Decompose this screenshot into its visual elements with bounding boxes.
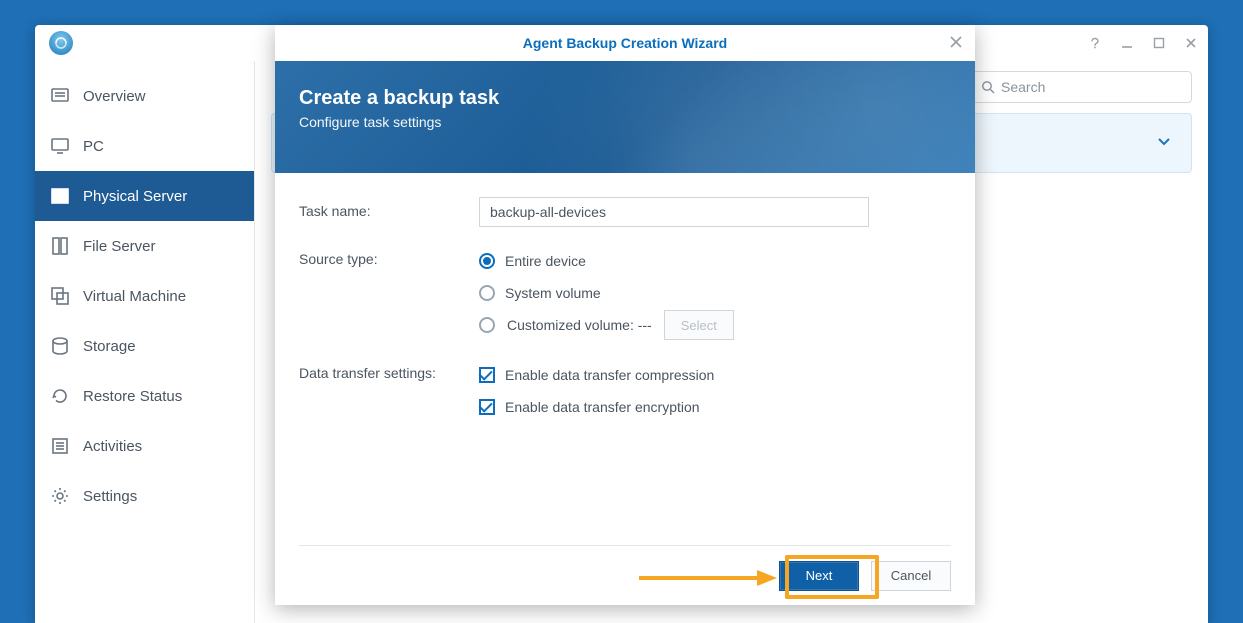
sidebar-item-activities[interactable]: Activities [35, 421, 254, 471]
sidebar-item-label: Physical Server [83, 188, 187, 205]
activities-icon [49, 435, 71, 457]
sidebar-item-label: Activities [83, 438, 142, 455]
checkbox-label: Enable data transfer compression [505, 367, 714, 383]
storage-icon [49, 335, 71, 357]
chevron-down-icon[interactable] [1155, 132, 1173, 155]
sidebar-item-label: Restore Status [83, 388, 182, 405]
arrow-annotation [639, 568, 779, 593]
radio-icon [479, 253, 495, 269]
radio-entire-device[interactable]: Entire device [479, 245, 951, 277]
sidebar-item-label: File Server [83, 238, 156, 255]
sidebar-item-label: Virtual Machine [83, 288, 186, 305]
sidebar-item-file-server[interactable]: File Server [35, 221, 254, 271]
sidebar-item-overview[interactable]: Overview [35, 71, 254, 121]
monitor-icon [49, 135, 71, 157]
dialog-footer: Next Cancel [299, 545, 951, 605]
restore-icon [49, 385, 71, 407]
server-icon [49, 185, 71, 207]
radio-icon [479, 317, 495, 333]
sidebar-item-storage[interactable]: Storage [35, 321, 254, 371]
select-button[interactable]: Select [664, 310, 734, 340]
dialog-heading: Create a backup task [299, 87, 951, 110]
radio-system-volume[interactable]: System volume [479, 277, 951, 309]
help-icon[interactable] [1088, 36, 1102, 50]
sidebar-item-label: Overview [83, 88, 146, 105]
radio-icon [479, 285, 495, 301]
gear-icon [49, 485, 71, 507]
app-logo-icon [49, 31, 73, 55]
dialog-content: Task name: Source type: Entire device Sy… [275, 173, 975, 545]
radio-label: Entire device [505, 253, 586, 269]
wizard-dialog: Agent Backup Creation Wizard Create a ba… [275, 25, 975, 605]
checkbox-compression[interactable]: Enable data transfer compression [479, 359, 951, 391]
dialog-titlebar: Agent Backup Creation Wizard [275, 25, 975, 61]
radio-label: System volume [505, 285, 601, 301]
close-icon[interactable] [949, 33, 963, 54]
checkbox-icon [479, 399, 495, 415]
checkbox-label: Enable data transfer encryption [505, 399, 700, 415]
search-placeholder: Search [1001, 79, 1045, 95]
sidebar-item-label: PC [83, 138, 104, 155]
radio-label: Customized volume: --- [507, 317, 652, 333]
task-name-input[interactable] [479, 197, 869, 227]
data-transfer-label: Data transfer settings: [299, 359, 479, 423]
task-name-label: Task name: [299, 197, 479, 227]
vm-icon [49, 285, 71, 307]
search-input[interactable]: Search [972, 71, 1192, 103]
file-server-icon [49, 235, 71, 257]
radio-customized-volume[interactable]: Customized volume: --- Select [479, 309, 951, 341]
checkbox-icon [479, 367, 495, 383]
sidebar-item-label: Storage [83, 338, 136, 355]
cancel-button[interactable]: Cancel [871, 561, 951, 591]
dialog-header: Create a backup task Configure task sett… [275, 61, 975, 173]
dialog-subheading: Configure task settings [299, 114, 951, 130]
sidebar: Overview PC Physical Server File Server … [35, 61, 255, 623]
checkbox-encryption[interactable]: Enable data transfer encryption [479, 391, 951, 423]
search-icon [981, 80, 995, 94]
dialog-title: Agent Backup Creation Wizard [523, 35, 727, 51]
next-button[interactable]: Next [779, 561, 859, 591]
sidebar-item-physical-server[interactable]: Physical Server [35, 171, 254, 221]
sidebar-item-pc[interactable]: PC [35, 121, 254, 171]
maximize-icon[interactable] [1152, 36, 1166, 50]
source-type-label: Source type: [299, 245, 479, 341]
sidebar-item-virtual-machine[interactable]: Virtual Machine [35, 271, 254, 321]
minimize-icon[interactable] [1120, 36, 1134, 50]
sidebar-item-restore-status[interactable]: Restore Status [35, 371, 254, 421]
close-main-icon[interactable] [1184, 36, 1198, 50]
sidebar-item-settings[interactable]: Settings [35, 471, 254, 521]
overview-icon [49, 85, 71, 107]
sidebar-item-label: Settings [83, 488, 137, 505]
